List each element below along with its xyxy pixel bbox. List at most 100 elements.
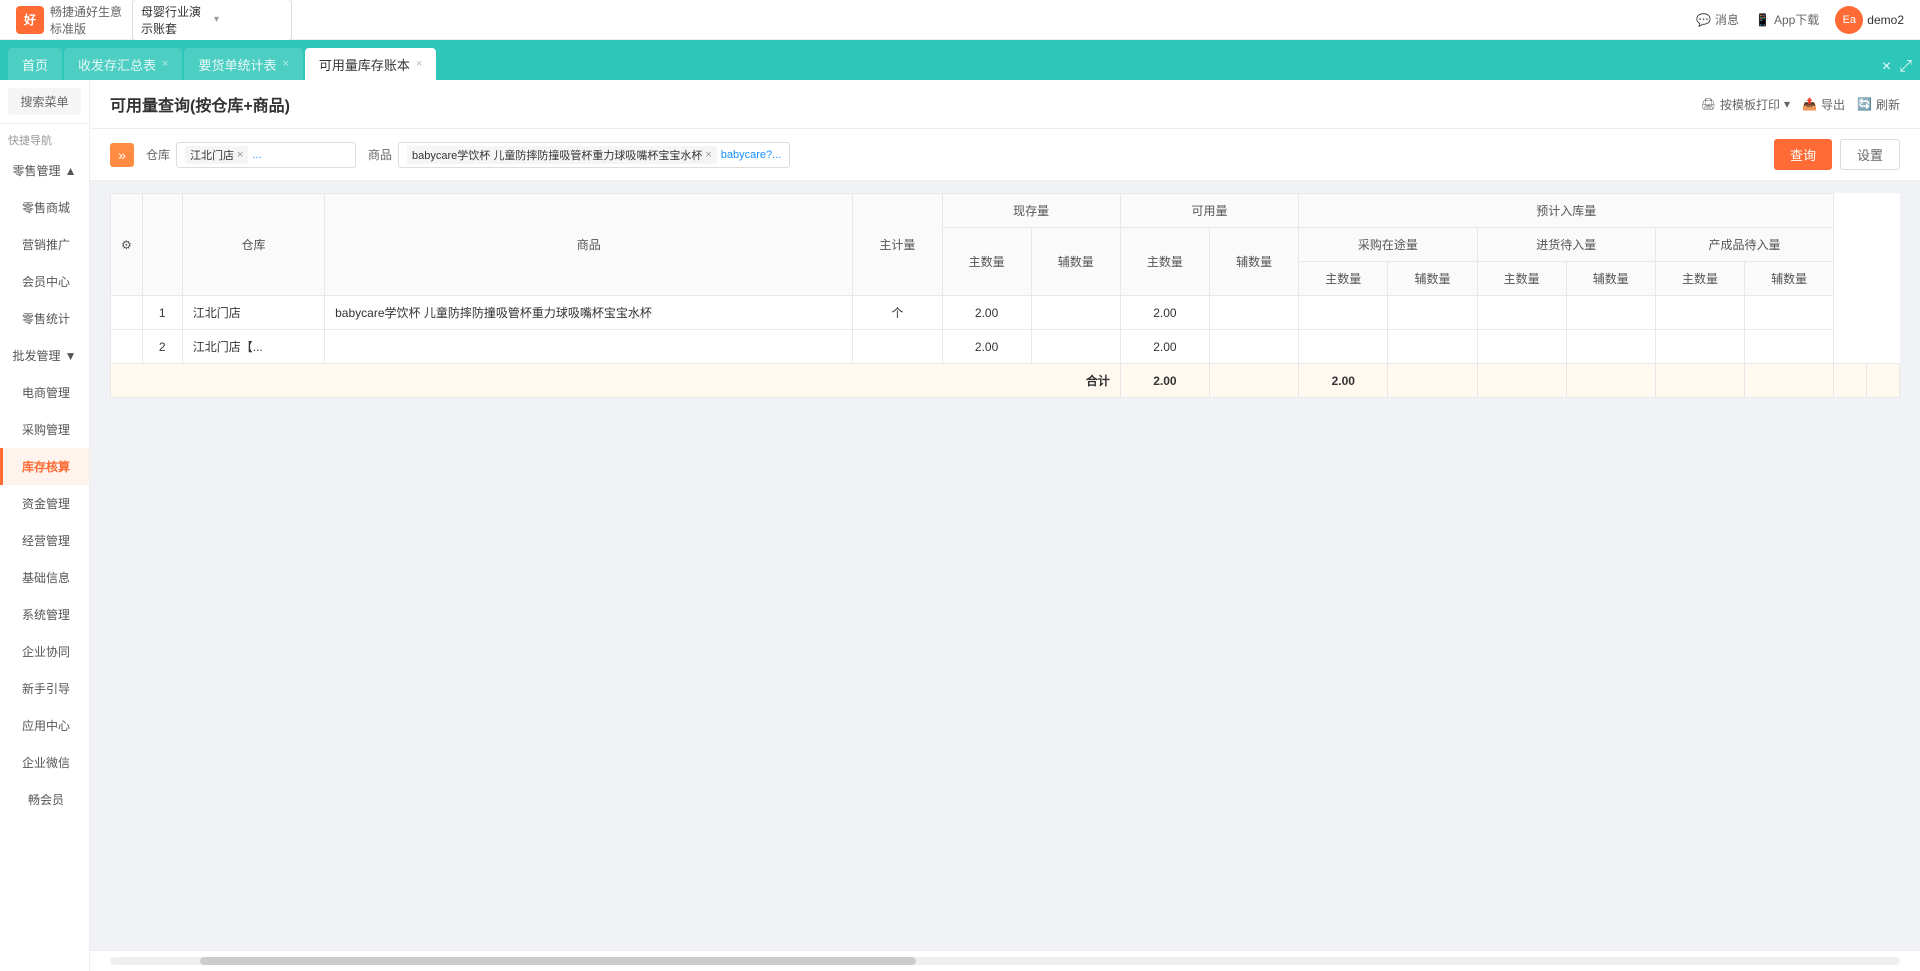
th-settings[interactable]: ⚙ xyxy=(111,194,143,296)
th-product: 商品 xyxy=(325,194,853,296)
arrow-icon-retail: ▲ xyxy=(65,164,77,178)
sidebar-item-retail-mgmt[interactable]: 零售管理 ▲ xyxy=(0,152,89,189)
message-label: 消息 xyxy=(1715,11,1739,28)
print-template-btn[interactable]: 🖨 按模板打印 ▾ xyxy=(1701,96,1790,113)
th-inbound-aux: 辅数量 xyxy=(1566,262,1655,296)
product-tag-input[interactable]: babycare学饮杯 儿童防摔防撞吸管杯重力球吸嘴杯宝宝水杯 × babyca… xyxy=(398,142,790,168)
th-current-main: 主数量 xyxy=(942,228,1031,296)
tab-bar: 首页 收发存汇总表 × 要货单统计表 × 可用量库存账本 × × ⤢ xyxy=(0,40,1920,80)
warehouse-label: 仓库 xyxy=(146,146,170,163)
tab-orders-close[interactable]: × xyxy=(282,58,288,70)
row-inbound-aux xyxy=(1566,296,1655,330)
sidebar-search-area: 搜索菜单 xyxy=(0,80,89,124)
scroll-track[interactable] xyxy=(110,957,1900,965)
refresh-btn[interactable]: 🔄 刷新 xyxy=(1857,96,1900,113)
page-title: 可用量查询(按仓库+商品) xyxy=(110,92,290,116)
settings-btn[interactable]: 设置 xyxy=(1840,139,1900,170)
row-settings xyxy=(111,296,143,330)
row-product xyxy=(325,330,853,364)
sidebar-item-retail-stats[interactable]: 零售统计 xyxy=(0,300,89,337)
product-tag-close-1[interactable]: × xyxy=(705,149,711,161)
tab-orders-label: 要货单统计表 xyxy=(198,55,276,74)
tab-inventory-close[interactable]: × xyxy=(416,58,422,70)
sidebar-label-finance: 资金管理 xyxy=(22,497,70,511)
scroll-thumb[interactable] xyxy=(200,957,916,965)
summary-current-aux xyxy=(1210,364,1299,398)
row-warehouse: 江北门店【... xyxy=(182,330,324,364)
sidebar-label-cooperation: 企业协同 xyxy=(22,645,70,659)
app-download-btn[interactable]: 📱 App下载 xyxy=(1755,11,1819,28)
sidebar-item-wechat-biz[interactable]: 企业微信 xyxy=(0,744,89,781)
sidebar-label-wechat: 企业微信 xyxy=(22,756,70,770)
tab-home[interactable]: 首页 xyxy=(8,48,62,80)
store-name: 母婴行业演示账套 xyxy=(141,3,210,37)
warehouse-tag-input[interactable]: 江北门店 × ... xyxy=(176,142,356,168)
tab-expand-btn[interactable]: ⤢ xyxy=(1899,58,1912,76)
sidebar-item-inventory-check[interactable]: 库存核算 xyxy=(0,448,89,485)
sidebar-item-wholesale-mgmt[interactable]: 批发管理 ▼ xyxy=(0,337,89,374)
summary-purchase-aux xyxy=(1566,364,1655,398)
arrow-icon-wholesale: ▼ xyxy=(65,349,77,363)
row-avail-aux xyxy=(1210,330,1299,364)
sidebar-item-vip[interactable]: 畅会员 xyxy=(0,781,89,818)
sidebar-item-newbie[interactable]: 新手引导 xyxy=(0,670,89,707)
export-label: 导出 xyxy=(1821,96,1845,113)
user-name: demo2 xyxy=(1867,13,1904,27)
sidebar-item-cooperation[interactable]: 企业协同 xyxy=(0,633,89,670)
tab-inventory-label: 可用量库存账本 xyxy=(319,55,410,74)
row-purchase-aux xyxy=(1388,296,1477,330)
row-products-aux xyxy=(1745,330,1834,364)
product-tag-text-1: babycare学饮杯 儿童防摔防撞吸管杯重力球吸嘴杯宝宝水杯 xyxy=(412,147,702,163)
sidebar-item-finance[interactable]: 资金管理 xyxy=(0,485,89,522)
sidebar-label-retail-stats: 零售统计 xyxy=(22,312,70,326)
top-bar: 好 畅捷通好生意 标准版 母婴行业演示账套 ▾ 💬 消息 📱 App下载 Ea … xyxy=(0,0,1920,40)
sidebar-label-system: 系统管理 xyxy=(22,608,70,622)
sidebar-item-system[interactable]: 系统管理 xyxy=(0,596,89,633)
filter-toggle-btn[interactable]: » xyxy=(110,143,134,167)
th-purchase-main: 主数量 xyxy=(1299,262,1388,296)
sidebar-item-purchase[interactable]: 采购管理 xyxy=(0,411,89,448)
sidebar-item-app-center[interactable]: 应用中心 xyxy=(0,707,89,744)
sidebar-item-marketing[interactable]: 营销推广 xyxy=(0,226,89,263)
tab-receipts-label: 收发存汇总表 xyxy=(78,55,156,74)
store-selector[interactable]: 母婴行业演示账套 ▾ xyxy=(132,0,292,41)
row-products-aux xyxy=(1745,296,1834,330)
message-btn[interactable]: 💬 消息 xyxy=(1696,11,1739,28)
tab-receipts-close[interactable]: × xyxy=(162,58,168,70)
row-product: babycare学饮杯 儿童防摔防撞吸管杯重力球吸嘴杯宝宝水杯 xyxy=(325,296,853,330)
th-products-main: 主数量 xyxy=(1655,262,1744,296)
sidebar-item-ecommerce[interactable]: 电商管理 xyxy=(0,374,89,411)
sidebar-item-basic-info[interactable]: 基础信息 xyxy=(0,559,89,596)
user-area[interactable]: Ea demo2 xyxy=(1835,6,1904,34)
app-download-label: App下载 xyxy=(1774,11,1819,28)
query-btn[interactable]: 查询 xyxy=(1774,139,1832,170)
logo-sub: 标准版 xyxy=(50,20,122,37)
summary-products-aux xyxy=(1867,364,1900,398)
tab-inventory[interactable]: 可用量库存账本 × xyxy=(305,48,436,80)
sidebar-label-newbie: 新手引导 xyxy=(22,682,70,696)
search-menu-btn[interactable]: 搜索菜单 xyxy=(8,88,81,115)
warehouse-tag-close[interactable]: × xyxy=(237,149,243,161)
message-icon: 💬 xyxy=(1696,13,1711,27)
summary-purchase-main xyxy=(1477,364,1566,398)
tab-receipts[interactable]: 收发存汇总表 × xyxy=(64,48,182,80)
row-unit: 个 xyxy=(853,296,942,330)
sidebar-item-retail-store[interactable]: 零售商城 xyxy=(0,189,89,226)
row-purchase-main xyxy=(1299,296,1388,330)
th-products-pending: 产成品待入量 xyxy=(1655,228,1833,262)
th-inbound-main: 主数量 xyxy=(1477,262,1566,296)
sidebar-item-members[interactable]: 会员中心 xyxy=(0,263,89,300)
refresh-icon: 🔄 xyxy=(1857,97,1872,111)
export-btn[interactable]: 📤 导出 xyxy=(1802,96,1845,113)
warehouse-filter: 仓库 江北门店 × ... xyxy=(146,142,356,168)
tab-orders[interactable]: 要货单统计表 × xyxy=(184,48,302,80)
row-purchase-main xyxy=(1299,330,1388,364)
row-warehouse: 江北门店 xyxy=(182,296,324,330)
row-avail-main: 2.00 xyxy=(1120,330,1209,364)
sidebar-item-operations[interactable]: 经营管理 xyxy=(0,522,89,559)
tab-home-label: 首页 xyxy=(22,55,48,74)
tab-close-all-btn[interactable]: × xyxy=(1882,58,1891,76)
top-bar-left: 好 畅捷通好生意 标准版 母婴行业演示账套 ▾ xyxy=(16,0,292,41)
row-avail-aux xyxy=(1210,296,1299,330)
avatar: Ea xyxy=(1835,6,1863,34)
